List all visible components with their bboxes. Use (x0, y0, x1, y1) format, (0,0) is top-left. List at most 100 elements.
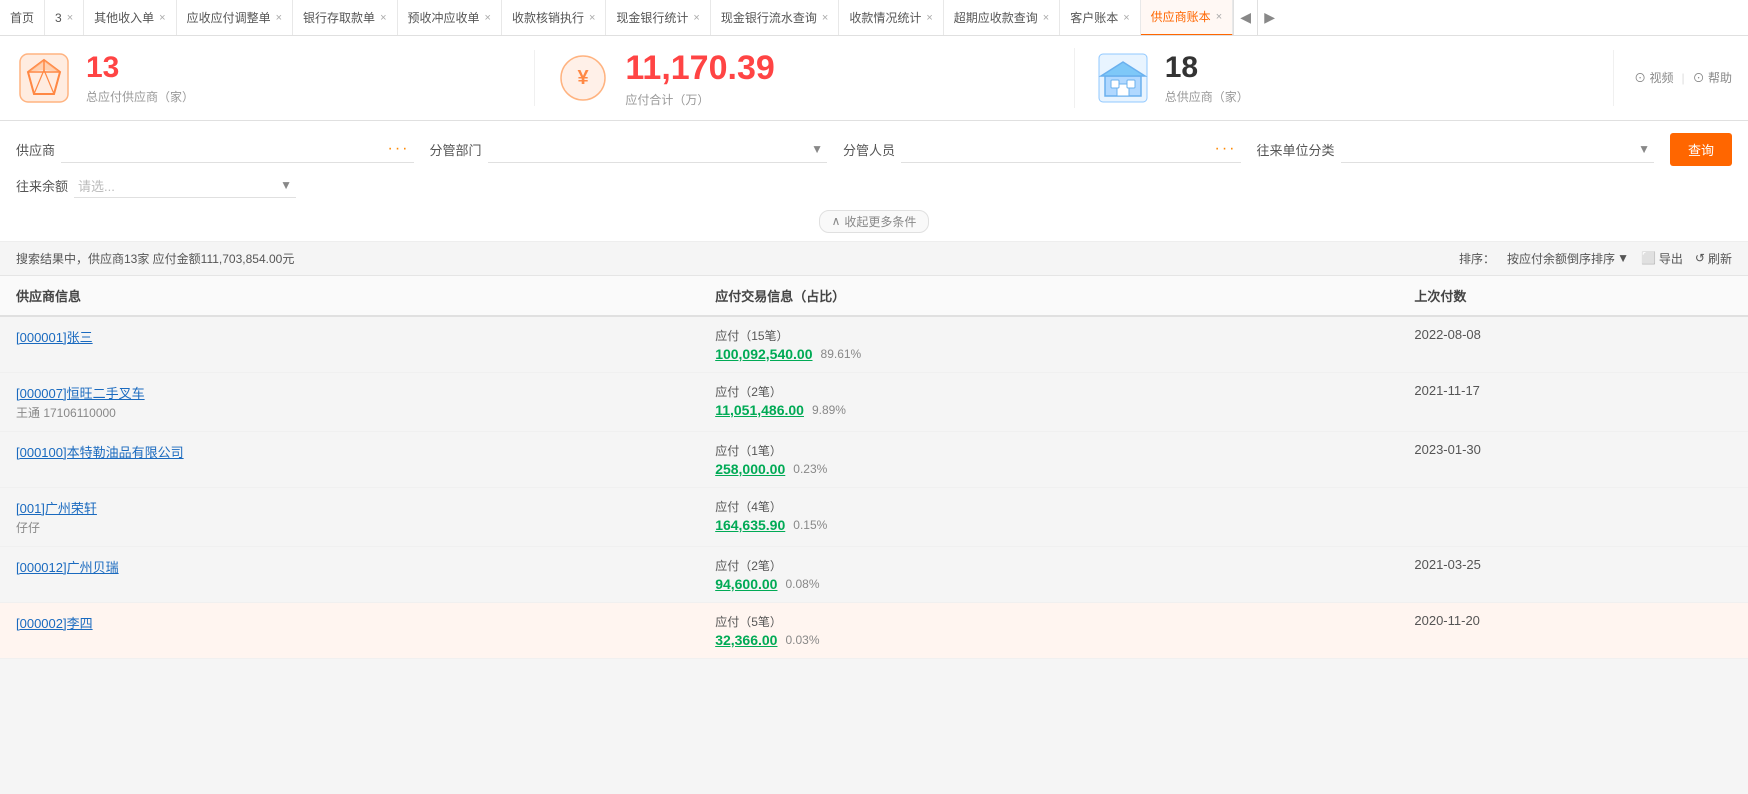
nav-tab-collect-stat[interactable]: 收款情况统计 × (839, 0, 943, 36)
data-table-container: 供应商信息 应付交易信息（占比） 上次付数 [000001]张三应付（15笔）1… (0, 276, 1748, 794)
nav-tab-bank-deposit-label: 银行存取款单 (303, 9, 375, 26)
nav-tab-home[interactable]: 首页 (0, 0, 45, 36)
person-picker-icon[interactable]: ··· (1215, 140, 1237, 158)
filter-supplier: 供应商 ··· (16, 135, 414, 163)
tx-label: 应付（2笔） (715, 557, 1382, 574)
balance-chevron-icon[interactable]: ▼ (280, 178, 292, 192)
tx-cell: 应付（4笔）164,635.900.15% (699, 487, 1398, 546)
tx-cell: 应付（15笔） 100,092,540.00 89.61% (699, 316, 1398, 373)
supplier-cell: [001]广州荣轩仔仔 (0, 487, 699, 546)
supplier-icon (16, 50, 72, 106)
category-chevron-icon[interactable]: ▼ (1638, 142, 1650, 156)
nav-prev-button[interactable]: ◀ (1233, 0, 1257, 36)
close-icon[interactable]: × (1123, 12, 1129, 24)
tx-amount[interactable]: 258,000.00 (715, 461, 785, 477)
filter-row-1: 供应商 ··· 分管部门 ▼ 分管人员 ··· (16, 133, 1732, 166)
supplier-link[interactable]: [000007]恒旺二手叉车 (16, 386, 145, 401)
result-actions: 排序： 按应付余额倒序排序 ▼ ⬜ 导出 ↺ 刷新 (1459, 250, 1732, 267)
close-icon[interactable]: × (589, 12, 595, 24)
total-payable-amount-label: 应付合计（万） (625, 91, 774, 108)
search-button[interactable]: 查询 (1670, 133, 1732, 166)
sort-select[interactable]: 按应付余额倒序排序 ▼ (1507, 250, 1629, 267)
collapse-button[interactable]: ∧ 收起更多条件 (819, 210, 930, 233)
supplier-filter-label: 供应商 (16, 140, 55, 159)
supplier-input[interactable] (65, 137, 388, 160)
dept-input[interactable] (492, 137, 812, 160)
table-row: [000100]本特勒油品有限公司应付（1笔）258,000.000.23%20… (0, 431, 1748, 487)
nav-tab-supplier-account[interactable]: 供应商账本 × (1141, 0, 1233, 36)
tx-amount[interactable]: 94,600.00 (715, 576, 777, 592)
filter-person: 分管人员 ··· (843, 135, 1241, 163)
close-icon[interactable]: × (276, 12, 282, 24)
person-input[interactable] (905, 137, 1215, 160)
nav-tab-overdue-collect[interactable]: 超期应收款查询 × (944, 0, 1060, 36)
total-suppliers-label: 总供应商（家） (1165, 88, 1249, 105)
close-icon[interactable]: × (485, 12, 491, 24)
supplier-sub-info: 仔仔 (16, 519, 683, 536)
close-icon[interactable]: × (926, 12, 932, 24)
close-icon[interactable]: × (1043, 12, 1049, 24)
balance-placeholder: 请选... (78, 176, 280, 195)
export-button[interactable]: ⬜ 导出 (1641, 250, 1683, 267)
collapse-up-icon: ∧ (832, 214, 841, 228)
category-input[interactable] (1345, 137, 1639, 160)
supplier-cell: [000100]本特勒油品有限公司 (0, 431, 699, 487)
supplier-link[interactable]: [001]广州荣轩 (16, 501, 97, 516)
tx-amount[interactable]: 11,051,486.00 (715, 402, 804, 418)
summary-card-suppliers: 13 总应付供应商（家） (16, 50, 535, 106)
collapse-bar: ∧ 收起更多条件 (16, 206, 1732, 233)
tx-amount[interactable]: 164,635.90 (715, 517, 785, 533)
tx-percent: 0.23% (793, 462, 827, 476)
close-icon[interactable]: × (1216, 11, 1222, 23)
nav-tab-cash-bank-stat[interactable]: 现金银行统计 × (606, 0, 710, 36)
supplier-link[interactable]: [000002]李四 (16, 616, 93, 631)
nav-tab-customer-account[interactable]: 客户账本 × (1060, 0, 1140, 36)
total-payable-suppliers-label: 总应付供应商（家） (86, 88, 194, 105)
tx-cell: 应付（1笔）258,000.000.23% (699, 431, 1398, 487)
tx-cell: 应付（5笔）32,366.000.03% (699, 602, 1398, 658)
supplier-picker-icon[interactable]: ··· (388, 140, 410, 158)
supplier-cell: [000012]广州贝瑞 (0, 546, 699, 602)
nav-tab-home-label: 首页 (10, 9, 34, 26)
supplier-link[interactable]: [000012]广州贝瑞 (16, 560, 119, 575)
tx-amount[interactable]: 100,092,540.00 (715, 346, 812, 362)
tx-amount[interactable]: 32,366.00 (715, 632, 777, 648)
help-link[interactable]: ⊙ 帮助 (1693, 69, 1732, 86)
col-header-tx: 应付交易信息（占比） (699, 276, 1398, 316)
nav-tab-other-income[interactable]: 其他收入单 × (84, 0, 176, 36)
last-pay-cell: 2021-11-17 (1398, 372, 1748, 431)
nav-tab-ap-adjust-label: 应收应付调整单 (187, 9, 271, 26)
nav-next-button[interactable]: ▶ (1257, 0, 1281, 36)
supplier-link[interactable]: [000001]张三 (16, 330, 93, 345)
nav-tab-advance-collect[interactable]: 预收冲应收单 × (398, 0, 502, 36)
filter-balance: 往来余额 请选... ▼ (16, 174, 296, 198)
nav-tab-3[interactable]: 3 × (45, 0, 84, 36)
total-payable-amount-number: 11,170.39 (625, 48, 774, 89)
nav-tab-collect-verify[interactable]: 收款核销执行 × (502, 0, 606, 36)
help-icon: ⊙ (1693, 71, 1705, 85)
supplier-input-wrap: ··· (61, 135, 413, 163)
tx-cell: 应付（2笔）11,051,486.009.89% (699, 372, 1398, 431)
nav-tab-bank-deposit[interactable]: 银行存取款单 × (293, 0, 397, 36)
dept-input-wrap: ▼ (488, 135, 827, 163)
svg-text:¥: ¥ (578, 67, 590, 89)
nav-tab-ap-adjust[interactable]: 应收应付调整单 × (177, 0, 293, 36)
dept-chevron-icon[interactable]: ▼ (811, 142, 823, 156)
close-icon[interactable]: × (380, 12, 386, 24)
close-icon[interactable]: × (159, 12, 165, 24)
close-icon[interactable]: × (693, 12, 699, 24)
last-pay-cell: 2023-01-30 (1398, 431, 1748, 487)
close-icon[interactable]: × (67, 12, 73, 24)
refresh-button[interactable]: ↺ 刷新 (1695, 250, 1732, 267)
close-icon[interactable]: × (822, 12, 828, 24)
tx-label: 应付（15笔） (715, 327, 1382, 344)
supplier-link[interactable]: [000100]本特勒油品有限公司 (16, 445, 184, 460)
nav-tab-advance-collect-label: 预收冲应收单 (408, 9, 480, 26)
nav-tab-cash-bank-flow[interactable]: 现金银行流水查询 × (711, 0, 839, 36)
tx-percent: 9.89% (812, 403, 846, 417)
supplier-sub-info: 王通 17106110000 (16, 404, 683, 421)
video-link[interactable]: ⊙ 视频 (1634, 69, 1673, 86)
last-pay-cell: 2020-11-20 (1398, 602, 1748, 658)
person-input-wrap: ··· (901, 135, 1240, 163)
tx-percent: 89.61% (821, 347, 862, 361)
